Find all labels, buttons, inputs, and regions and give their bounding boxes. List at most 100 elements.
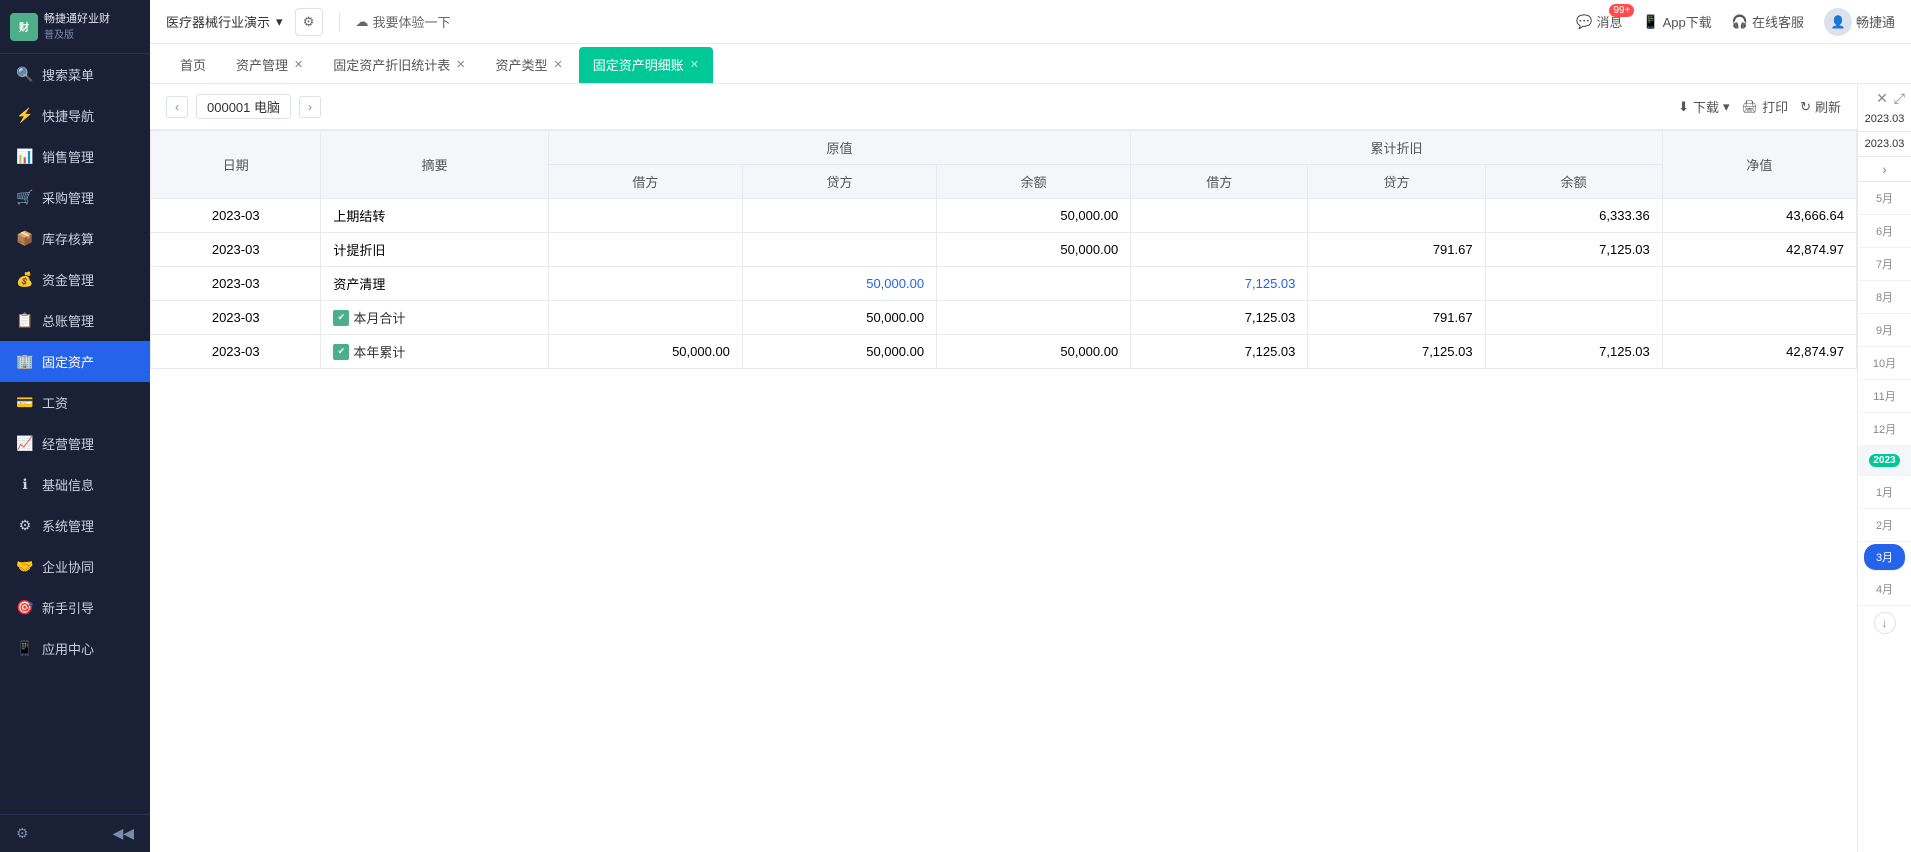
cell-summary: 上期结转 — [321, 199, 548, 233]
user-profile[interactable]: 👤 畅捷通 — [1824, 8, 1895, 36]
cell-net-value — [1662, 301, 1856, 335]
sidebar: 财 畅捷通好业财 普及版 🔍 搜索菜单 ⚡ 快捷导航 📊 销售管理 🛒 采购管理… — [0, 0, 150, 852]
download-button[interactable]: ⬇ 下载 ▾ — [1678, 97, 1729, 116]
tab-depreciation-stats-close[interactable]: ✕ — [456, 58, 465, 71]
cell-date: 2023-03 — [151, 301, 321, 335]
sidebar-item-guide[interactable]: 🎯 新手引导 — [0, 587, 150, 628]
sidebar-item-payroll[interactable]: 💳 工资 — [0, 382, 150, 423]
messages-button[interactable]: 💬 消息 99+ — [1576, 12, 1622, 31]
app-title: 畅捷通好业财 — [44, 12, 110, 26]
refresh-icon: ↻ — [1800, 99, 1811, 115]
timeline-month-5[interactable]: 5月 — [1858, 182, 1911, 215]
cell-net-value: 42,874.97 — [1662, 233, 1856, 267]
sidebar-label-inventory: 库存核算 — [42, 229, 94, 248]
sidebar-item-operations[interactable]: 📈 经营管理 — [0, 423, 150, 464]
cell-dep-credit: 791.67 — [1308, 301, 1485, 335]
timeline-month-4[interactable]: 4月 — [1858, 573, 1911, 606]
timeline-expand-button[interactable]: ⤢ — [1894, 90, 1905, 107]
experience-icon: ☁ — [356, 14, 369, 30]
timeline-scroll-down-icon[interactable]: ↓ — [1874, 612, 1896, 634]
timeline-month-9[interactable]: 9月 — [1858, 314, 1911, 347]
refresh-label: 刷新 — [1815, 97, 1841, 116]
print-button[interactable]: 🖨 打印 — [1742, 97, 1789, 116]
cell-net-value — [1662, 267, 1856, 301]
customer-service-button[interactable]: 🎧 在线客服 — [1732, 12, 1804, 31]
content-area: ‹ 000001 电脑 › ⬇ 下载 ▾ 🖨 打印 ↻ 刷新 — [150, 84, 1911, 852]
tab-asset-management[interactable]: 资产管理 ✕ — [222, 47, 317, 83]
cell-orig-balance: 50,000.00 — [937, 199, 1131, 233]
prev-asset-button[interactable]: ‹ — [166, 96, 188, 118]
purchase-icon: 🛒 — [16, 189, 34, 207]
sidebar-label-search: 搜索菜单 — [42, 65, 94, 84]
table-row: 2023-03 ✔本年累计 50,000.00 50,000.00 50,000… — [151, 335, 1857, 369]
avatar-icon: 👤 — [1831, 15, 1846, 29]
user-name: 畅捷通 — [1856, 12, 1895, 31]
funds-icon: 💰 — [16, 271, 34, 289]
sidebar-item-sales[interactable]: 📊 销售管理 — [0, 136, 150, 177]
asset-code: 000001 电脑 — [196, 94, 291, 119]
table-row: 2023-03 资产清理 50,000.00 7,125.03 — [151, 267, 1857, 301]
timeline-month-12[interactable]: 12月 — [1858, 413, 1911, 446]
sidebar-item-inventory[interactable]: 📦 库存核算 — [0, 218, 150, 259]
timeline-month-1[interactable]: 1月 — [1858, 476, 1911, 509]
tab-asset-management-close[interactable]: ✕ — [294, 58, 303, 71]
experience-label: 我要体验一下 — [373, 12, 451, 31]
sidebar-item-basic-info[interactable]: ℹ 基础信息 — [0, 464, 150, 505]
timeline-month-2[interactable]: 2月 — [1858, 509, 1911, 542]
timeline-month-8[interactable]: 8月 — [1858, 281, 1911, 314]
cell-date: 2023-03 — [151, 335, 321, 369]
next-asset-button[interactable]: › — [299, 96, 321, 118]
experience-button[interactable]: ☁ 我要体验一下 — [356, 12, 451, 31]
timeline-month-3[interactable]: 3月 — [1864, 544, 1905, 571]
cell-dep-balance — [1485, 301, 1662, 335]
collapse-icon[interactable]: ◀◀ — [112, 825, 134, 842]
tab-asset-type[interactable]: 资产类型 ✕ — [481, 47, 576, 83]
tab-asset-detail[interactable]: 固定资产明细账 ✕ — [579, 47, 713, 83]
refresh-button[interactable]: ↻ 刷新 — [1800, 97, 1841, 116]
company-selector[interactable]: 医疗器械行业演示 ▾ — [166, 12, 283, 31]
tab-home[interactable]: 首页 — [166, 47, 220, 83]
tab-asset-type-close[interactable]: ✕ — [554, 58, 563, 71]
sidebar-item-enterprise[interactable]: 🤝 企业协同 — [0, 546, 150, 587]
cell-net-value: 42,874.97 — [1662, 335, 1856, 369]
cell-orig-credit: 50,000.00 — [742, 301, 936, 335]
timeline-month-11[interactable]: 11月 — [1858, 380, 1911, 413]
sidebar-item-funds[interactable]: 💰 资金管理 — [0, 259, 150, 300]
timeline-collapse-icon[interactable]: › — [1882, 161, 1887, 177]
timeline-panel: ✕ ⤢ 2023.03 2023.03 › 5月 6月 7月 8月 9月 10月… — [1857, 84, 1911, 852]
timeline-month-6[interactable]: 6月 — [1858, 215, 1911, 248]
sidebar-item-search[interactable]: 🔍 搜索菜单 — [0, 54, 150, 95]
cell-dep-debit: 7,125.03 — [1131, 301, 1308, 335]
sidebar-label-payroll: 工资 — [42, 393, 68, 412]
sidebar-label-purchase: 采购管理 — [42, 188, 94, 207]
cell-summary: 资产清理 — [321, 267, 548, 301]
cell-dep-balance: 6,333.36 — [1485, 199, 1662, 233]
message-icon: 💬 — [1576, 14, 1592, 30]
sidebar-menu: 🔍 搜索菜单 ⚡ 快捷导航 📊 销售管理 🛒 采购管理 📦 库存核算 💰 资金管… — [0, 54, 150, 814]
col-date: 日期 — [151, 131, 321, 199]
tab-depreciation-stats[interactable]: 固定资产折旧统计表 ✕ — [319, 47, 479, 83]
sidebar-label-sales: 销售管理 — [42, 147, 94, 166]
app-download-button[interactable]: 📱 App下载 — [1642, 12, 1711, 31]
sidebar-item-app-center[interactable]: 📱 应用中心 — [0, 628, 150, 669]
sidebar-item-system[interactable]: ⚙ 系统管理 — [0, 505, 150, 546]
timeline-month-7[interactable]: 7月 — [1858, 248, 1911, 281]
company-name: 医疗器械行业演示 — [166, 12, 270, 31]
sidebar-item-quick-nav[interactable]: ⚡ 快捷导航 — [0, 95, 150, 136]
app-download-icon: 📱 — [1642, 14, 1658, 30]
topbar-right: 💬 消息 99+ 📱 App下载 🎧 在线客服 👤 畅捷通 — [1576, 8, 1895, 36]
timeline-close-button[interactable]: ✕ — [1876, 90, 1888, 107]
settings-bottom-icon[interactable]: ⚙ — [16, 825, 29, 842]
cell-orig-balance: 50,000.00 — [937, 335, 1131, 369]
timeline-month-10[interactable]: 10月 — [1858, 347, 1911, 380]
cell-dep-debit — [1131, 233, 1308, 267]
sidebar-item-purchase[interactable]: 🛒 采购管理 — [0, 177, 150, 218]
cell-dep-credit: 791.67 — [1308, 233, 1485, 267]
sidebar-item-ledger[interactable]: 📋 总账管理 — [0, 300, 150, 341]
sidebar-item-fixed-assets[interactable]: 🏢 固定资产 — [0, 341, 150, 382]
sidebar-label-basic-info: 基础信息 — [42, 475, 94, 494]
cell-orig-balance — [937, 267, 1131, 301]
tab-asset-detail-close[interactable]: ✕ — [690, 58, 699, 71]
settings-button[interactable]: ⚙ — [295, 8, 323, 36]
cell-orig-credit: 50,000.00 — [742, 335, 936, 369]
